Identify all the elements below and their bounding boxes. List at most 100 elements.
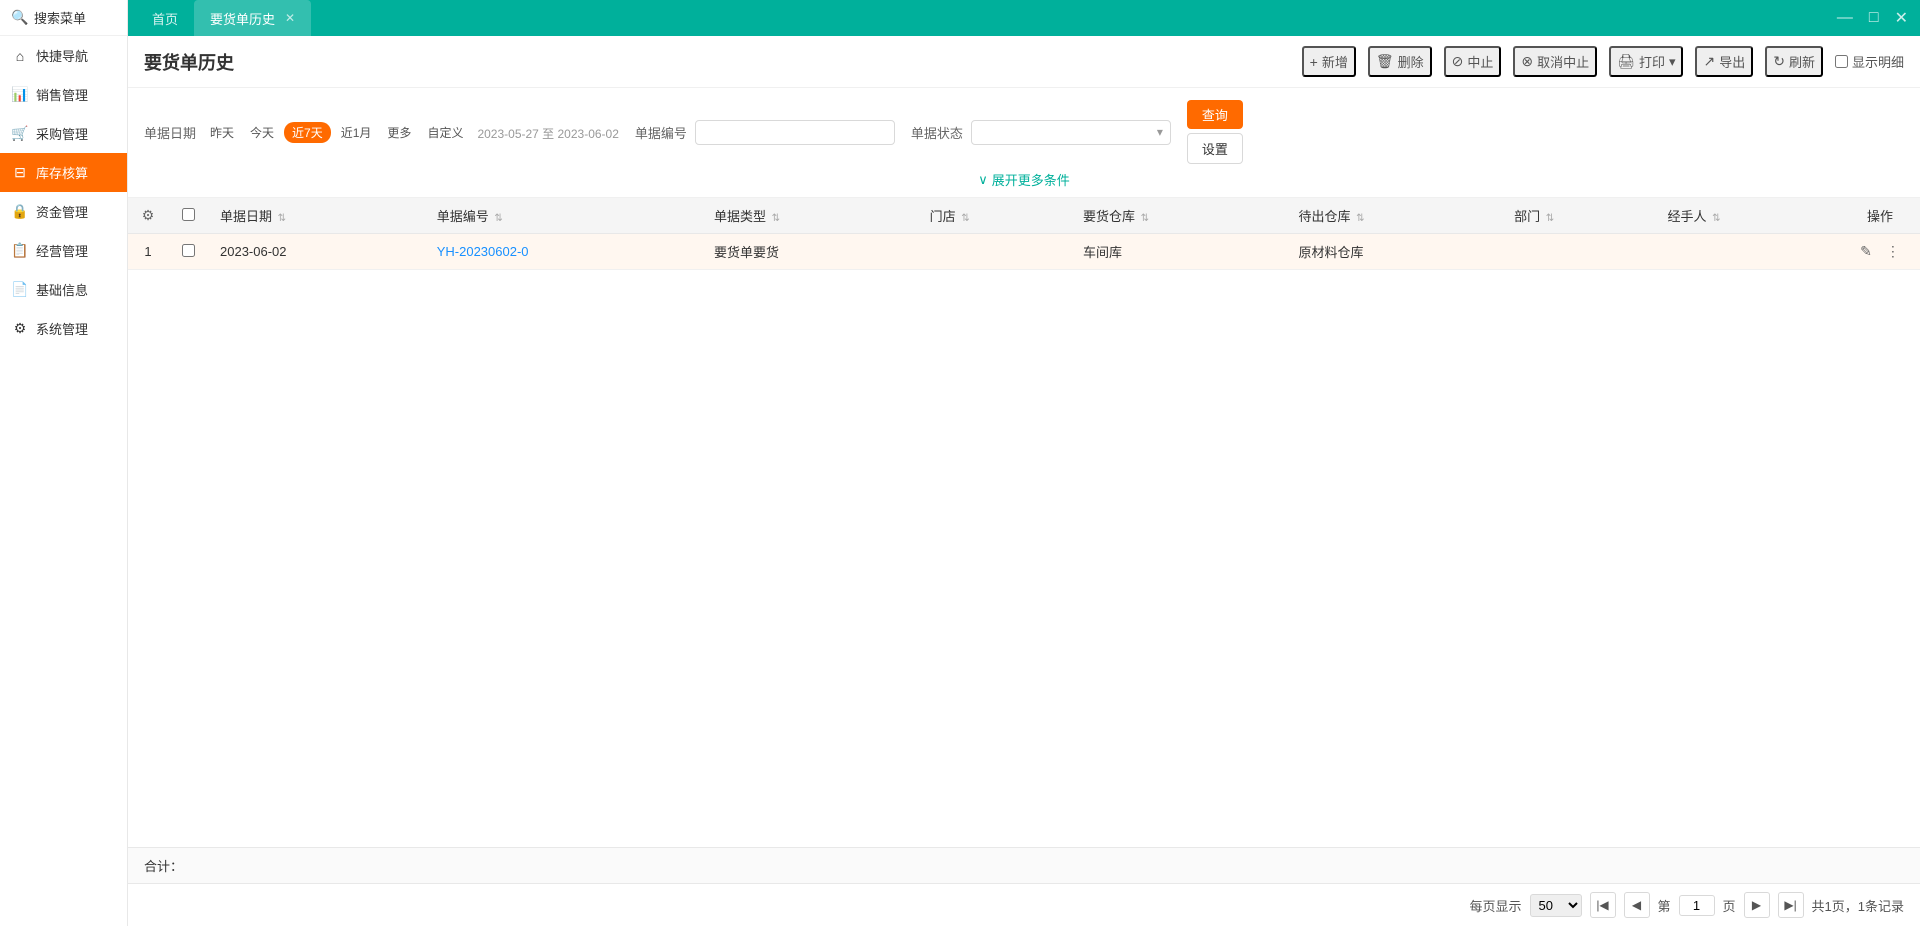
- sidebar-item-label: 库存核算: [36, 163, 88, 182]
- page-size-label: 每页显示: [1469, 896, 1521, 915]
- sidebar-item-label: 基础信息: [36, 280, 88, 299]
- date-last1month-btn[interactable]: 近1月: [335, 122, 378, 143]
- row-store: [918, 234, 1071, 270]
- sort-department-icon[interactable]: ⇅: [1546, 213, 1554, 224]
- expand-more-label: 展开更多条件: [992, 170, 1070, 189]
- sort-number-icon[interactable]: ⇅: [494, 213, 502, 224]
- date-yesterday-btn[interactable]: 昨天: [204, 122, 240, 143]
- page-content: 要货单历史 + 新增 🗑 删除 ⊘ 中止 ⊗ 取消中止: [128, 36, 1920, 926]
- export-btn[interactable]: ↗ 导出: [1695, 46, 1753, 77]
- sidebar-search[interactable]: 🔍 搜索菜单: [0, 0, 127, 36]
- date-custom-btn[interactable]: 自定义: [421, 122, 469, 143]
- sidebar-item-label: 经营管理: [36, 241, 88, 260]
- query-btn-area: 查询 设置: [1187, 100, 1243, 164]
- settings-filter-btn[interactable]: 设置: [1187, 133, 1243, 164]
- page-size-select[interactable]: 50 20 100: [1530, 894, 1582, 917]
- sidebar-item-label: 快捷导航: [36, 46, 88, 65]
- row-handler: [1655, 234, 1840, 270]
- inventory-icon: ⊟: [12, 165, 28, 181]
- sort-req-warehouse-icon[interactable]: ⇅: [1141, 213, 1149, 224]
- main-content: 首页 要货单历史 ✕ — □ ✕ 要货单历史 + 新增 🗑 删除: [128, 0, 1920, 926]
- first-page-btn[interactable]: |◀: [1590, 892, 1616, 918]
- display-detail-checkbox[interactable]: [1835, 55, 1848, 68]
- table-settings-icon[interactable]: ⚙: [142, 207, 155, 223]
- print-icon: 🖨: [1617, 53, 1635, 70]
- display-detail-btn[interactable]: 显示明细: [1835, 52, 1904, 71]
- col-actions: 操作: [1840, 198, 1920, 234]
- sidebar-item-sales[interactable]: 📊 销售管理: [0, 75, 127, 114]
- bill-status-label: 单据状态: [911, 123, 963, 142]
- date-filters: 昨天 今天 近7天 近1月 更多 自定义: [204, 122, 469, 143]
- cancel-stop-btn[interactable]: ⊗ 取消中止: [1513, 46, 1597, 77]
- table-area: ⚙ 单据日期 ⇅ 单据编号 ⇅: [128, 198, 1920, 847]
- query-btn[interactable]: 查询: [1187, 100, 1243, 129]
- page-number-input[interactable]: [1679, 895, 1715, 916]
- tab-home[interactable]: 首页: [136, 0, 194, 36]
- sort-type-icon[interactable]: ⇅: [772, 213, 780, 224]
- sort-date-icon[interactable]: ⇅: [278, 213, 286, 224]
- bill-number-label: 单据编号: [635, 123, 687, 142]
- date-more-btn[interactable]: 更多: [381, 122, 417, 143]
- col-store: 门店 ⇅: [918, 198, 1071, 234]
- sidebar-item-operations[interactable]: 📋 经营管理: [0, 231, 127, 270]
- row-checkbox[interactable]: [182, 244, 195, 257]
- sort-store-icon[interactable]: ⇅: [961, 213, 969, 224]
- expand-more-btn[interactable]: ∨ 展开更多条件: [144, 170, 1904, 189]
- print-btn[interactable]: 🖨 打印 ▾: [1609, 46, 1683, 77]
- bill-status-select[interactable]: [971, 120, 1171, 145]
- purchase-icon: 🛒: [12, 126, 28, 142]
- sidebar-item-system[interactable]: ⚙ 系统管理: [0, 309, 127, 348]
- page-label: 页: [1723, 896, 1736, 915]
- sidebar-item-finance[interactable]: 🔒 资金管理: [0, 192, 127, 231]
- sidebar-item-purchase[interactable]: 🛒 采购管理: [0, 114, 127, 153]
- tab-close-icon[interactable]: ✕: [285, 11, 295, 25]
- export-icon: ↗: [1703, 53, 1715, 70]
- prev-page-btn[interactable]: ◀: [1624, 892, 1650, 918]
- maximize-btn[interactable]: □: [1865, 7, 1883, 29]
- delete-icon: 🗑: [1376, 53, 1394, 70]
- sidebar-item-label: 销售管理: [36, 85, 88, 104]
- row-number-link[interactable]: YH-20230602-0: [437, 244, 529, 259]
- date-last7days-btn[interactable]: 近7天: [284, 122, 331, 143]
- sidebar-item-home[interactable]: ⌂ 快捷导航: [0, 36, 127, 75]
- header-actions: + 新增 🗑 删除 ⊘ 中止 ⊗ 取消中止 🖨 打印: [1302, 46, 1904, 77]
- next-page-btn[interactable]: ▶: [1744, 892, 1770, 918]
- row-edit-icon[interactable]: ✎: [1856, 241, 1876, 262]
- delete-btn[interactable]: 🗑 删除: [1368, 46, 1432, 77]
- home-icon: ⌂: [12, 48, 28, 64]
- refresh-btn[interactable]: ↻ 刷新: [1765, 46, 1823, 77]
- row-action-icons: ✎ ⋮: [1852, 241, 1908, 262]
- sidebar: 🔍 搜索菜单 ⌂ 快捷导航 📊 销售管理 🛒 采购管理 ⊟ 库存核算 🔒 资金管…: [0, 0, 128, 926]
- date-today-btn[interactable]: 今天: [244, 122, 280, 143]
- col-settings[interactable]: ⚙: [128, 198, 168, 234]
- col-type: 单据类型 ⇅: [702, 198, 918, 234]
- col-number: 单据编号 ⇅: [425, 198, 702, 234]
- print-dropdown-icon: ▾: [1669, 54, 1676, 70]
- col-handler: 经手人 ⇅: [1655, 198, 1840, 234]
- bill-number-filter-group: 单据编号: [635, 120, 895, 145]
- minimize-btn[interactable]: —: [1833, 7, 1857, 29]
- row-more-icon[interactable]: ⋮: [1882, 241, 1904, 262]
- select-all-checkbox[interactable]: [182, 208, 195, 221]
- last-page-btn[interactable]: ▶|: [1778, 892, 1804, 918]
- close-btn[interactable]: ✕: [1891, 6, 1912, 30]
- filter-row: 单据日期 昨天 今天 近7天 近1月 更多 自定义 2023-05-27 至 2…: [144, 100, 1904, 164]
- date-range-display: 2023-05-27 至 2023-06-02: [477, 125, 618, 142]
- sidebar-item-inventory[interactable]: ⊟ 库存核算: [0, 153, 127, 192]
- stop-icon: ⊘: [1452, 53, 1464, 70]
- sidebar-item-basic[interactable]: 📄 基础信息: [0, 270, 127, 309]
- bill-number-input[interactable]: [695, 120, 895, 145]
- col-date: 单据日期 ⇅: [208, 198, 425, 234]
- row-checkbox-cell: [168, 234, 208, 270]
- sort-handler-icon[interactable]: ⇅: [1712, 213, 1720, 224]
- table-row: 1 2023-06-02 YH-20230602-0 要货单要货 车间库 原材料…: [128, 234, 1920, 270]
- tab-requisition-history[interactable]: 要货单历史 ✕: [194, 0, 311, 36]
- stop-btn[interactable]: ⊘ 中止: [1444, 46, 1502, 77]
- sort-pending-warehouse-icon[interactable]: ⇅: [1356, 213, 1364, 224]
- col-req-warehouse: 要货仓库 ⇅: [1071, 198, 1287, 234]
- row-date: 2023-06-02: [208, 234, 425, 270]
- col-checkbox: [168, 198, 208, 234]
- new-btn[interactable]: + 新增: [1302, 46, 1356, 77]
- footer-total: 合计：: [128, 847, 1920, 883]
- cancel-stop-icon: ⊗: [1521, 53, 1533, 70]
